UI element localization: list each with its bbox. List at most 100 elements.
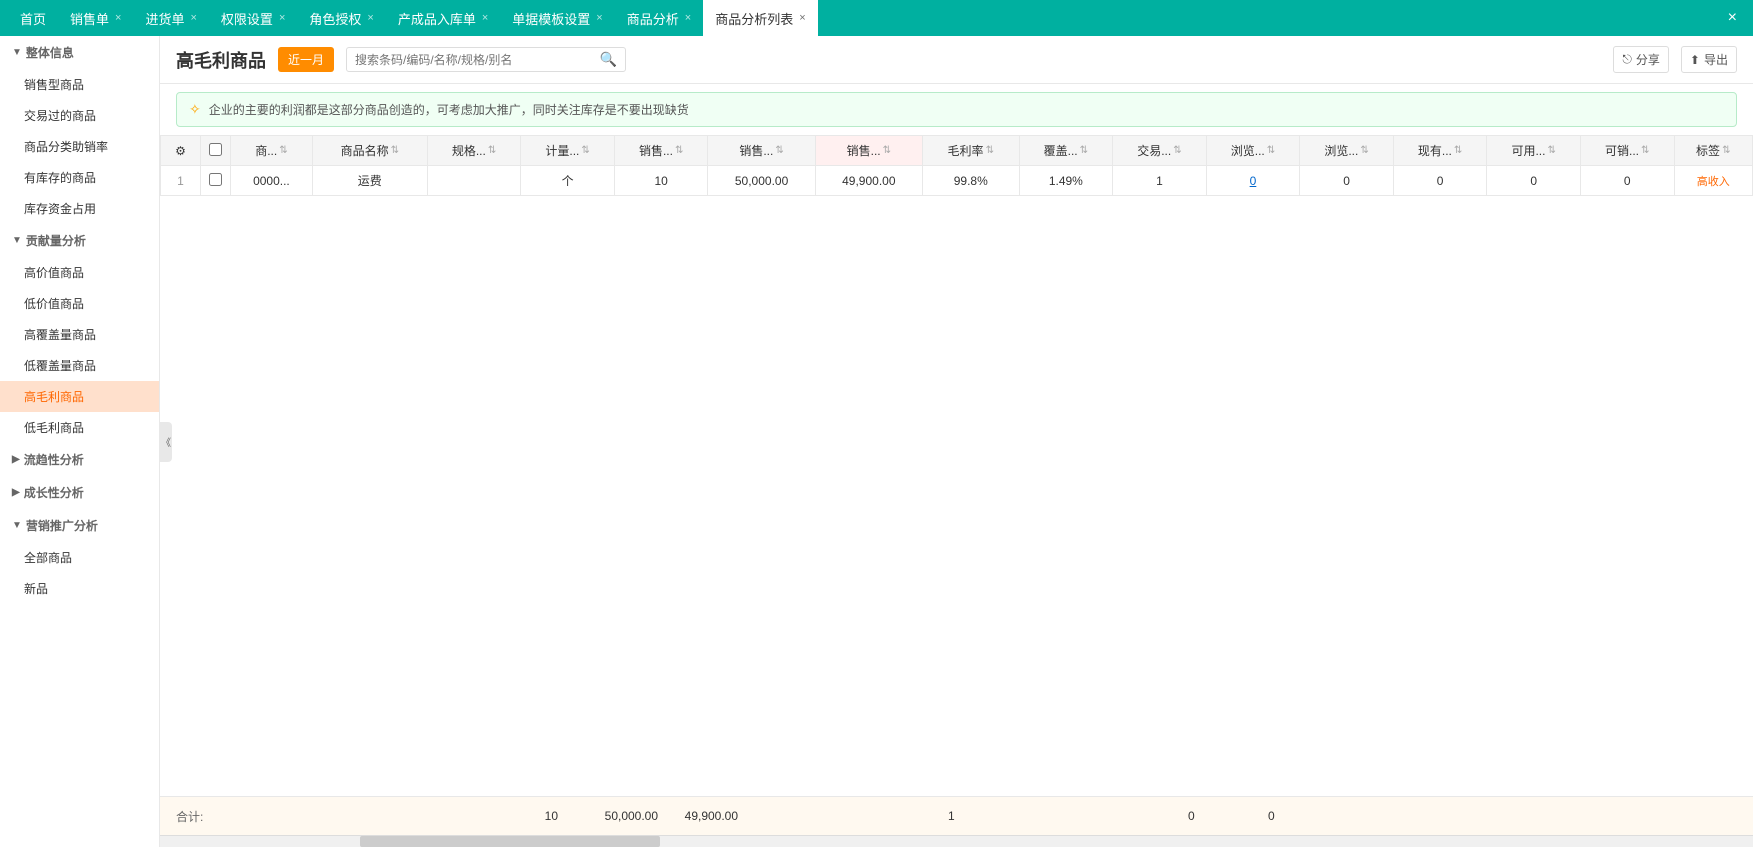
sidebar-item-new-products[interactable]: 新品 xyxy=(0,573,159,604)
sidebar-group-contribution[interactable]: ▼ 贡献量分析 xyxy=(0,224,159,257)
content-header: 高毛利商品 近一月 🔍 ⎋ 分享 ⬆ 导出 xyxy=(160,36,1753,84)
col-sales-qty[interactable]: 销售... ⇅ xyxy=(614,136,708,166)
nav-product-analysis[interactable]: 商品分析 × xyxy=(615,0,703,36)
nav-product-analysis-close[interactable]: × xyxy=(685,12,691,24)
col-checkbox[interactable] xyxy=(201,136,231,166)
col-views1[interactable]: 浏览... ⇅ xyxy=(1206,136,1300,166)
sidebar-item-high-margin[interactable]: 高毛利商品 xyxy=(0,381,159,412)
cell-checkbox[interactable] xyxy=(201,166,231,196)
sidebar-collapse-button[interactable]: 《 xyxy=(160,422,172,462)
page-title: 高毛利商品 xyxy=(176,47,266,73)
export-button[interactable]: ⬆ 导出 xyxy=(1681,46,1737,73)
col-spec[interactable]: 规格... ⇅ xyxy=(427,136,521,166)
col-sales-amount[interactable]: 销售... ⇅ xyxy=(708,136,815,166)
horizontal-scrollbar[interactable] xyxy=(160,835,1753,847)
nav-roles[interactable]: 角色授权 × xyxy=(297,0,385,36)
cell-code: 0000... xyxy=(231,166,313,196)
col-gross-margin[interactable]: 毛利率 ⇅ xyxy=(922,136,1019,166)
nav-home[interactable]: 首页 xyxy=(8,0,58,36)
filter-button[interactable]: 近一月 xyxy=(278,47,334,72)
content-area: 高毛利商品 近一月 🔍 ⎋ 分享 ⬆ 导出 ✧ 企业的主要的利润都是这部分商品创… xyxy=(160,36,1753,847)
search-icon[interactable]: 🔍 xyxy=(600,51,617,68)
select-all-checkbox[interactable] xyxy=(209,143,222,156)
col-spec-sort: ⇅ xyxy=(488,145,496,156)
sidebar-item-stock-capital[interactable]: 库存资金占用 xyxy=(0,193,159,224)
col-stock-salable-sort: ⇅ xyxy=(1641,145,1649,156)
col-name[interactable]: 商品名称 ⇅ xyxy=(312,136,427,166)
nav-sales-close[interactable]: × xyxy=(115,12,121,24)
table-row: 1 0000... 运费 xyxy=(161,166,1753,196)
col-name-sort: ⇅ xyxy=(391,145,399,156)
share-button[interactable]: ⎋ 分享 xyxy=(1613,46,1669,73)
footer-sales-amount: 50,000.00 xyxy=(591,805,671,827)
nav-sales[interactable]: 销售单 × xyxy=(58,0,133,36)
sidebar-item-category-assist-rate[interactable]: 商品分类助销率 xyxy=(0,131,159,162)
top-nav: 首页 销售单 × 进货单 × 权限设置 × 角色授权 × 产成品入库单 × 单据… xyxy=(0,0,1753,36)
nav-product-analysis-list[interactable]: 商品分析列表 × xyxy=(703,0,817,36)
close-all-button[interactable]: × xyxy=(1720,9,1745,27)
cell-sales-qty: 10 xyxy=(614,166,708,196)
nav-finished-goods[interactable]: 产成品入库单 × xyxy=(386,0,500,36)
cell-views1[interactable]: 0 xyxy=(1206,166,1300,196)
table-wrapper[interactable]: ⚙ 商... ⇅ 商品名称 xyxy=(160,135,1753,796)
sidebar-item-high-value[interactable]: 高价值商品 xyxy=(0,257,159,288)
col-views2[interactable]: 浏览... ⇅ xyxy=(1300,136,1394,166)
col-stock-current-sort: ⇅ xyxy=(1454,145,1462,156)
nav-finished-goods-close[interactable]: × xyxy=(482,12,488,24)
col-sales-cost-sort: ⇅ xyxy=(883,145,891,156)
nav-purchase[interactable]: 进货单 × xyxy=(133,0,208,36)
sidebar-item-in-stock[interactable]: 有库存的商品 xyxy=(0,162,159,193)
search-input[interactable] xyxy=(355,53,600,67)
col-tag[interactable]: 标签 ⇅ xyxy=(1674,136,1753,166)
nav-template-settings-close[interactable]: × xyxy=(596,12,602,24)
col-views2-sort: ⇅ xyxy=(1360,145,1368,156)
col-transactions-sort: ⇅ xyxy=(1173,145,1181,156)
sidebar-group-trend[interactable]: ▶ 流趋性分析 xyxy=(0,443,159,476)
cell-stock-available: 0 xyxy=(1487,166,1581,196)
sidebar-item-high-coverage[interactable]: 高覆盖量商品 xyxy=(0,319,159,350)
sidebar-wrapper: ▼ 整体信息 销售型商品 交易过的商品 商品分类助销率 有库存的商品 库存资金占… xyxy=(0,36,160,847)
cell-tag: 高收入 xyxy=(1674,166,1753,196)
col-coverage[interactable]: 覆盖... ⇅ xyxy=(1019,136,1113,166)
footer-stock-current: 0 xyxy=(1151,805,1231,827)
cell-coverage: 1.49% xyxy=(1019,166,1113,196)
col-tag-sort: ⇅ xyxy=(1722,145,1730,156)
sidebar-item-traded-products[interactable]: 交易过的商品 xyxy=(0,100,159,131)
footer-stock-available: 0 xyxy=(1231,805,1311,827)
cell-unit: 个 xyxy=(521,166,615,196)
col-stock-current[interactable]: 现有... ⇅ xyxy=(1393,136,1487,166)
scrollbar-thumb[interactable] xyxy=(360,836,660,847)
sidebar-group-growth[interactable]: ▶ 成长性分析 xyxy=(0,476,159,509)
sidebar: ▼ 整体信息 销售型商品 交易过的商品 商品分类助销率 有库存的商品 库存资金占… xyxy=(0,36,160,847)
col-code[interactable]: 商... ⇅ xyxy=(231,136,313,166)
sidebar-group-marketing[interactable]: ▼ 营销推广分析 xyxy=(0,509,159,542)
col-stock-available[interactable]: 可用... ⇅ xyxy=(1487,136,1581,166)
footer-sales-cost: 49,900.00 xyxy=(671,805,751,827)
nav-template-settings[interactable]: 单据模板设置 × xyxy=(500,0,614,36)
table-header-row: ⚙ 商... ⇅ 商品名称 xyxy=(161,136,1753,166)
sidebar-item-low-value[interactable]: 低价值商品 xyxy=(0,288,159,319)
cell-name: 运费 xyxy=(312,166,427,196)
nav-purchase-close[interactable]: × xyxy=(190,12,196,24)
main-container: ▼ 整体信息 销售型商品 交易过的商品 商品分类助销率 有库存的商品 库存资金占… xyxy=(0,36,1753,847)
col-transactions[interactable]: 交易... ⇅ xyxy=(1113,136,1207,166)
col-unit-sort: ⇅ xyxy=(581,145,589,156)
header-actions: ⎋ 分享 ⬆ 导出 xyxy=(1613,46,1737,73)
nav-permissions-close[interactable]: × xyxy=(279,12,285,24)
nav-roles-close[interactable]: × xyxy=(367,12,373,24)
table-footer: 合计: 10 50,000.00 49,900.00 1 0 0 xyxy=(160,796,1753,835)
nav-permissions[interactable]: 权限设置 × xyxy=(209,0,297,36)
sidebar-item-sales-products[interactable]: 销售型商品 xyxy=(0,69,159,100)
row-checkbox[interactable] xyxy=(209,173,222,186)
sidebar-item-low-coverage[interactable]: 低覆盖量商品 xyxy=(0,350,159,381)
sidebar-group-overview[interactable]: ▼ 整体信息 xyxy=(0,36,159,69)
cell-num: 1 xyxy=(161,166,201,196)
col-unit[interactable]: 计量... ⇅ xyxy=(521,136,615,166)
cell-spec xyxy=(427,166,521,196)
sidebar-item-low-margin[interactable]: 低毛利商品 xyxy=(0,412,159,443)
col-stock-salable[interactable]: 可销... ⇅ xyxy=(1580,136,1674,166)
col-settings[interactable]: ⚙ xyxy=(161,136,201,166)
col-sales-cost[interactable]: 销售... ⇅ xyxy=(815,136,922,166)
nav-product-analysis-list-close[interactable]: × xyxy=(799,12,805,24)
sidebar-item-all-products[interactable]: 全部商品 xyxy=(0,542,159,573)
